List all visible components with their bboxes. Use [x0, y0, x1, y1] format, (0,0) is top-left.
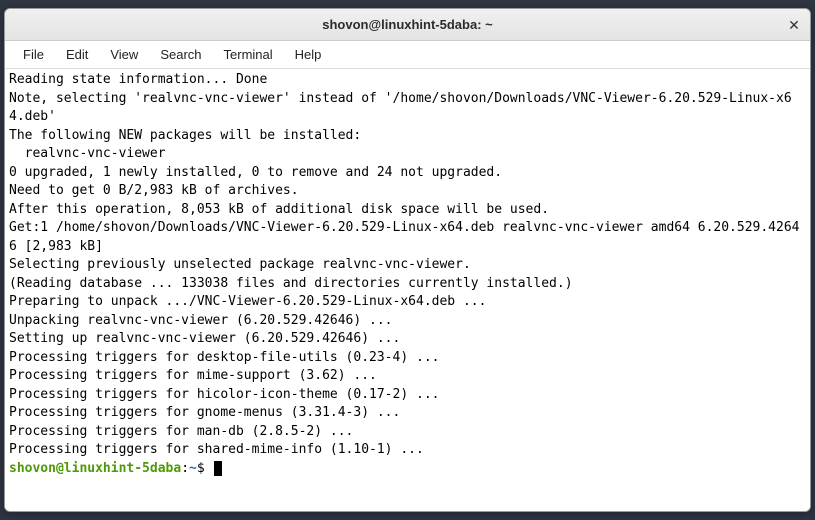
line: Preparing to unpack .../VNC-Viewer-6.20.… [9, 294, 486, 309]
menu-search[interactable]: Search [150, 43, 211, 66]
line: realvnc-vnc-viewer [9, 146, 166, 161]
line: Unpacking realvnc-vnc-viewer (6.20.529.4… [9, 313, 393, 328]
line: (Reading database ... 133038 files and d… [9, 276, 573, 291]
line: 0 upgraded, 1 newly installed, 0 to remo… [9, 165, 502, 180]
line: Note, selecting 'realvnc-vnc-viewer' ins… [9, 91, 792, 125]
line: Get:1 /home/shovon/Downloads/VNC-Viewer-… [9, 220, 800, 254]
terminal-window: shovon@linuxhint-5daba: ~ ✕ File Edit Vi… [4, 8, 811, 512]
line: Processing triggers for desktop-file-uti… [9, 350, 439, 365]
line: Processing triggers for hicolor-icon-the… [9, 387, 439, 402]
menu-file[interactable]: File [13, 43, 54, 66]
line: Setting up realvnc-vnc-viewer (6.20.529.… [9, 331, 400, 346]
line: Reading state information... Done [9, 72, 267, 87]
close-button[interactable]: ✕ [784, 15, 804, 35]
menu-help[interactable]: Help [285, 43, 332, 66]
line: Selecting previously unselected package … [9, 257, 471, 272]
line: Need to get 0 B/2,983 kB of archives. [9, 183, 299, 198]
prompt-dollar: $ [197, 461, 205, 476]
line: Processing triggers for shared-mime-info… [9, 442, 424, 457]
prompt-path: ~ [189, 461, 197, 476]
menu-view[interactable]: View [100, 43, 148, 66]
terminal-output[interactable]: Reading state information... Done Note, … [5, 69, 810, 511]
line: After this operation, 8,053 kB of additi… [9, 202, 549, 217]
line: Processing triggers for man-db (2.8.5-2)… [9, 424, 353, 439]
titlebar[interactable]: shovon@linuxhint-5daba: ~ ✕ [5, 9, 810, 41]
cursor [214, 461, 222, 476]
line: Processing triggers for mime-support (3.… [9, 368, 377, 383]
prompt-user-host: shovon@linuxhint-5daba [9, 461, 181, 476]
menubar: File Edit View Search Terminal Help [5, 41, 810, 69]
menu-edit[interactable]: Edit [56, 43, 98, 66]
window-title: shovon@linuxhint-5daba: ~ [322, 17, 493, 32]
line: Processing triggers for gnome-menus (3.3… [9, 405, 400, 420]
close-icon: ✕ [788, 17, 800, 34]
line: The following NEW packages will be insta… [9, 128, 361, 143]
prompt-colon: : [181, 461, 189, 476]
menu-terminal[interactable]: Terminal [214, 43, 283, 66]
